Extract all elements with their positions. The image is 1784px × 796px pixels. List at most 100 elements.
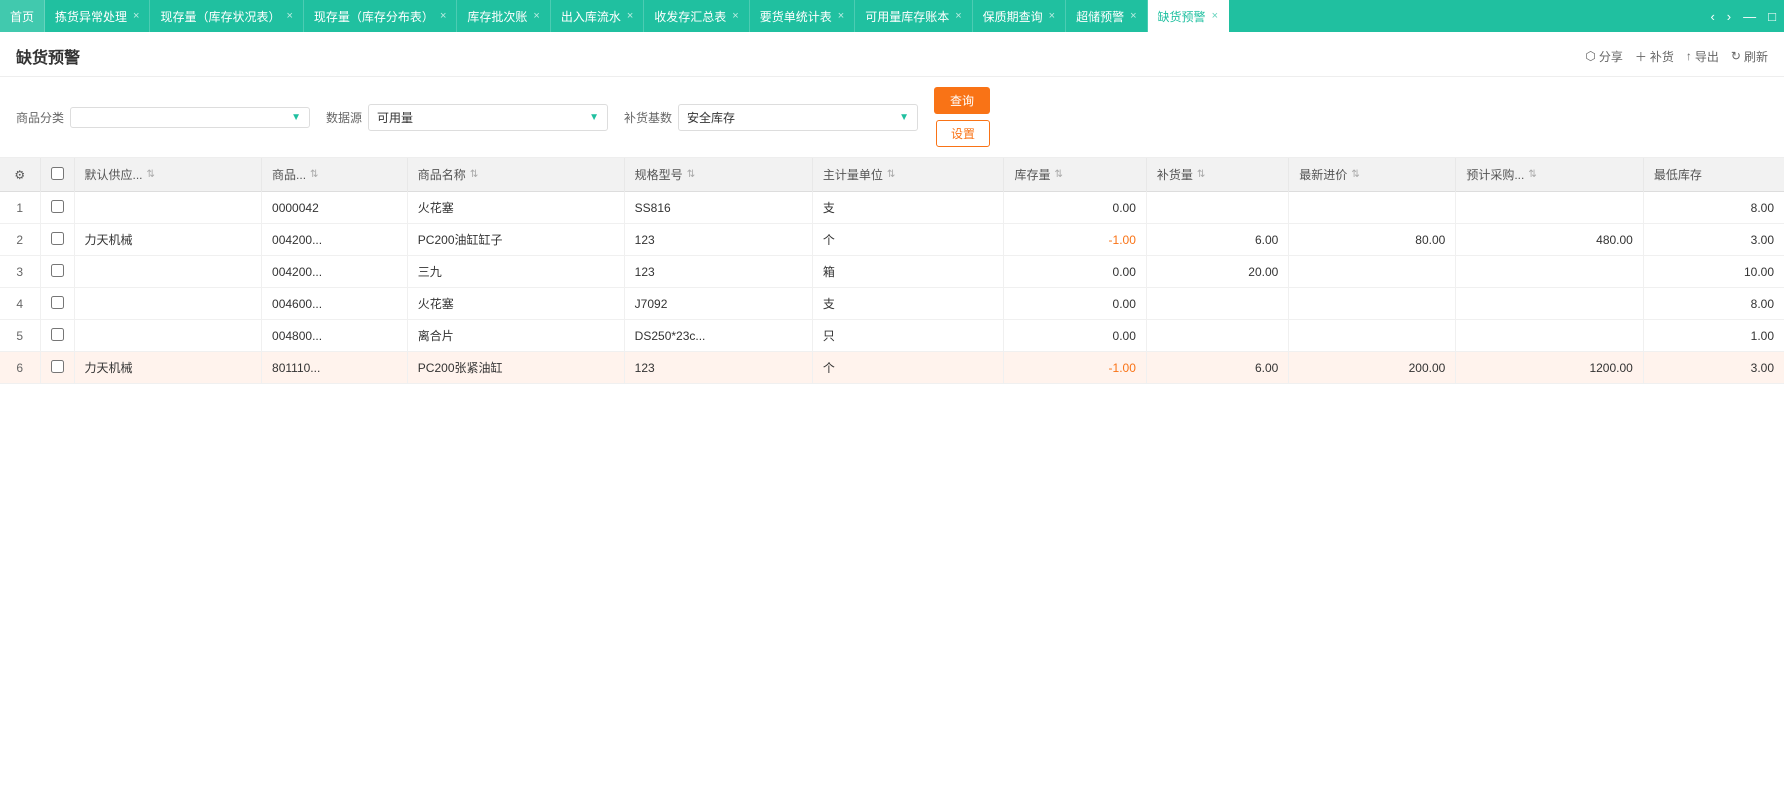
tab-close-8[interactable]: × — [955, 10, 961, 22]
col-product-name-sort-icon[interactable]: ⇅ — [470, 169, 478, 180]
table-row: 2 力天机械 004200... PC200油缸缸子 123 个 -1.00 6… — [0, 224, 1784, 256]
row-estimated-purchase-1 — [1456, 192, 1644, 224]
row-replenish-qty-6: 6.00 — [1146, 352, 1288, 384]
filter-replenish-base-group: 补货基数 安全库存 ▼ — [624, 104, 918, 131]
row-latest-price-1 — [1289, 192, 1456, 224]
share-button[interactable]: ⬡ 分享 — [1585, 48, 1623, 65]
row-estimated-purchase-4 — [1456, 288, 1644, 320]
table-row: 6 力天机械 801110... PC200张紧油缸 123 个 -1.00 6… — [0, 352, 1784, 384]
filter-category-select[interactable]: ▼ — [70, 107, 310, 128]
filter-datasource-select[interactable]: 可用量 ▼ — [368, 104, 608, 131]
export-button[interactable]: ↑ 导出 — [1686, 48, 1719, 65]
tab-close-2[interactable]: × — [286, 10, 292, 22]
table-row: 3 004200... 三九 123 箱 0.00 20.00 10.00 — [0, 256, 1784, 288]
col-product-code-sort-icon[interactable]: ⇅ — [310, 169, 318, 180]
row-checkbox-3[interactable] — [40, 256, 74, 288]
row-num-2: 2 — [0, 224, 40, 256]
tab-summary[interactable]: 收发存汇总表 × — [644, 0, 749, 32]
col-unit-sort-icon[interactable]: ⇅ — [887, 169, 895, 180]
refresh-button[interactable]: ↻ 刷新 — [1731, 48, 1768, 65]
tab-scroll-right[interactable]: › — [1721, 7, 1737, 26]
row-num-5: 5 — [0, 320, 40, 352]
tab-order-stats[interactable]: 要货单统计表 × — [750, 0, 855, 32]
select-all-checkbox[interactable] — [51, 167, 64, 180]
tab-close-7[interactable]: × — [838, 10, 844, 22]
col-latest-price-sort-icon[interactable]: ⇅ — [1351, 169, 1359, 180]
row-min-stock-4: 8.00 — [1643, 288, 1784, 320]
row-spec-3: 123 — [624, 256, 812, 288]
row-stock-1: 0.00 — [1004, 192, 1146, 224]
tab-batch-account[interactable]: 库存批次账 × — [457, 0, 550, 32]
export-icon: ↑ — [1686, 49, 1692, 63]
query-button[interactable]: 查询 — [934, 87, 990, 114]
tab-inventory-dist[interactable]: 现存量（库存分布表） × — [304, 0, 457, 32]
row-unit-3: 箱 — [812, 256, 1004, 288]
tab-close-9[interactable]: × — [1049, 10, 1055, 22]
filter-bar: 商品分类 ▼ 数据源 可用量 ▼ 补货基数 安全库存 ▼ 查询 设置 — [0, 77, 1784, 158]
col-supplier-label: 默认供应... — [85, 166, 143, 183]
row-checkbox-4[interactable] — [40, 288, 74, 320]
row-product-code-1: 0000042 — [262, 192, 408, 224]
replenish-button[interactable]: ＋ 补货 — [1635, 48, 1674, 65]
row-product-code-5: 004800... — [262, 320, 408, 352]
row-select-checkbox-3[interactable] — [51, 264, 64, 277]
row-min-stock-1: 8.00 — [1643, 192, 1784, 224]
table-row: 4 004600... 火花塞 J7092 支 0.00 8.00 — [0, 288, 1784, 320]
filter-replenish-base-select[interactable]: 安全库存 ▼ — [678, 104, 918, 131]
col-estimated-purchase-sort-icon[interactable]: ⇅ — [1528, 169, 1536, 180]
row-select-checkbox-5[interactable] — [51, 328, 64, 341]
col-unit-label: 主计量单位 — [823, 166, 883, 183]
tab-bar: 首页 拣货异常处理 × 现存量（库存状况表） × 现存量（库存分布表） × 库存… — [0, 0, 1784, 32]
filter-datasource-value: 可用量 — [377, 109, 413, 126]
row-select-checkbox-1[interactable] — [51, 200, 64, 213]
row-select-checkbox-6[interactable] — [51, 360, 64, 373]
tab-minimize[interactable]: — — [1737, 7, 1762, 26]
row-supplier-4 — [74, 288, 262, 320]
row-checkbox-2[interactable] — [40, 224, 74, 256]
col-stock-sort-icon[interactable]: ⇅ — [1055, 169, 1063, 180]
row-num-4: 4 — [0, 288, 40, 320]
tab-expiry-query[interactable]: 保质期查询 × — [973, 0, 1066, 32]
tab-scroll-left[interactable]: ‹ — [1704, 7, 1720, 26]
tab-close-10[interactable]: × — [1130, 10, 1136, 22]
row-checkbox-6[interactable] — [40, 352, 74, 384]
tab-picking-exception[interactable]: 拣货异常处理 × — [45, 0, 150, 32]
tab-available-ledger[interactable]: 可用量库存账本 × — [855, 0, 972, 32]
tab-home[interactable]: 首页 — [0, 0, 45, 32]
col-replenish-qty-label: 补货量 — [1157, 166, 1193, 183]
row-spec-5: DS250*23c... — [624, 320, 812, 352]
col-replenish-qty-sort-icon[interactable]: ⇅ — [1197, 169, 1205, 180]
row-select-checkbox-4[interactable] — [51, 296, 64, 309]
row-spec-6: 123 — [624, 352, 812, 384]
tab-close-1[interactable]: × — [133, 10, 139, 22]
tab-shortage-warning[interactable]: 缺货预警 × — [1148, 0, 1229, 32]
row-checkbox-5[interactable] — [40, 320, 74, 352]
filter-category-group: 商品分类 ▼ — [16, 107, 310, 128]
col-supplier-sort-icon[interactable]: ⇅ — [147, 169, 155, 180]
col-min-stock: 最低库存 — [1643, 158, 1784, 192]
tab-overstock-warning[interactable]: 超储预警 × — [1066, 0, 1147, 32]
tab-close-11[interactable]: × — [1212, 10, 1218, 22]
col-spec-sort-icon[interactable]: ⇅ — [687, 169, 695, 180]
tab-inout-flow[interactable]: 出入库流水 × — [551, 0, 644, 32]
row-replenish-qty-2: 6.00 — [1146, 224, 1288, 256]
tab-close-5[interactable]: × — [627, 10, 633, 22]
tab-close-6[interactable]: × — [732, 10, 738, 22]
refresh-icon: ↻ — [1731, 49, 1741, 63]
col-spec: 规格型号 ⇅ — [624, 158, 812, 192]
row-num-6: 6 — [0, 352, 40, 384]
row-replenish-qty-3: 20.00 — [1146, 256, 1288, 288]
row-select-checkbox-2[interactable] — [51, 232, 64, 245]
gear-icon[interactable]: ⚙ — [14, 168, 25, 182]
settings-button[interactable]: 设置 — [936, 120, 990, 147]
filter-replenish-base-value: 安全库存 — [687, 109, 735, 126]
tab-inventory-status[interactable]: 现存量（库存状况表） × — [150, 0, 303, 32]
col-product-name: 商品名称 ⇅ — [407, 158, 624, 192]
tab-close-4[interactable]: × — [533, 10, 539, 22]
row-checkbox-1[interactable] — [40, 192, 74, 224]
tab-maximize[interactable]: □ — [1762, 7, 1782, 26]
row-supplier-5 — [74, 320, 262, 352]
row-stock-5: 0.00 — [1004, 320, 1146, 352]
table-row: 5 004800... 离合片 DS250*23c... 只 0.00 1.00 — [0, 320, 1784, 352]
tab-close-3[interactable]: × — [440, 10, 446, 22]
